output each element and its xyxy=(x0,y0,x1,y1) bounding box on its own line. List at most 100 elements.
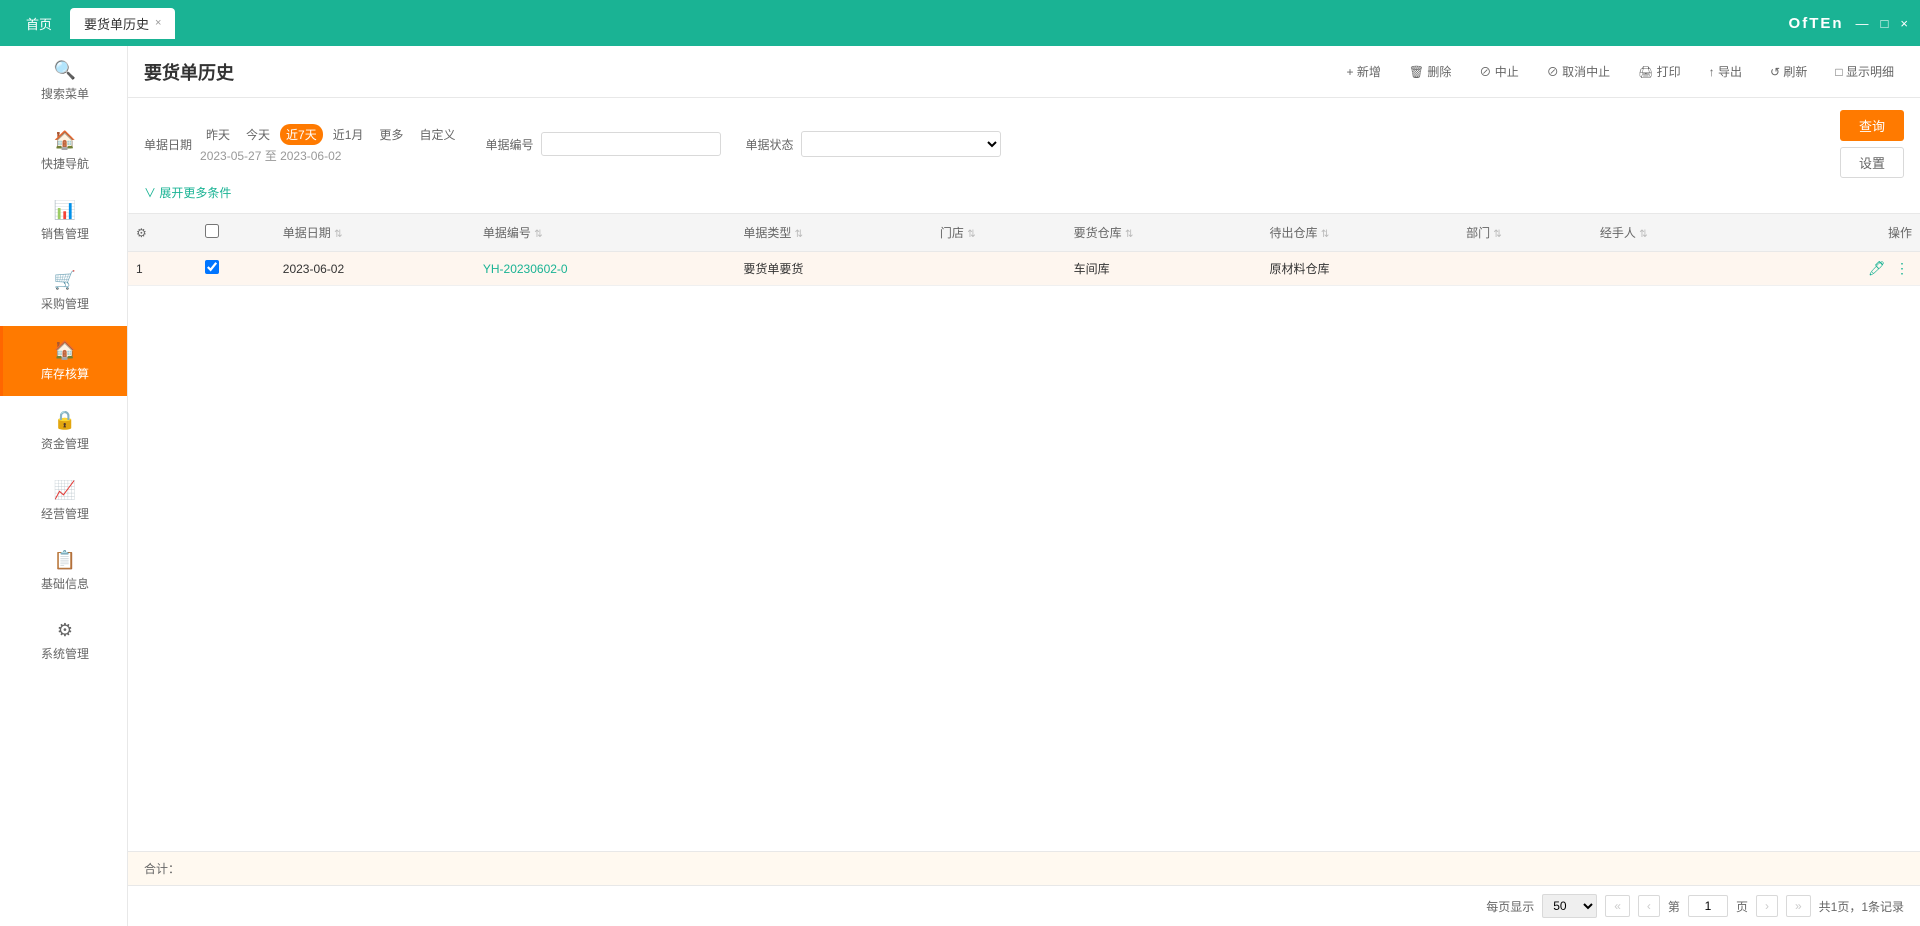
store-col-header[interactable]: 门店 ⇅ xyxy=(932,214,1066,252)
select-all-checkbox[interactable] xyxy=(205,224,219,238)
display-detail-button[interactable]: □ 显示明细 xyxy=(1825,58,1904,85)
status-filter-label: 单据状态 xyxy=(745,136,793,153)
finance-icon: 🔒 xyxy=(54,410,76,431)
close-window-button[interactable]: × xyxy=(1900,16,1908,31)
req-warehouse-sort-icon[interactable]: ⇅ xyxy=(1125,229,1133,240)
query-button[interactable]: 查询 xyxy=(1840,110,1904,141)
doc-type-label: 单据类型 xyxy=(743,226,791,240)
sidebar-item-quick-nav[interactable]: 🏠 快捷导航 xyxy=(0,116,127,186)
doc-no-sort-icon[interactable]: ⇅ xyxy=(534,229,542,240)
export-button[interactable]: ↑ 导出 xyxy=(1699,58,1752,85)
date-shortcut-yesterday[interactable]: 昨天 xyxy=(200,124,236,145)
row-store xyxy=(932,252,1066,286)
date-shortcut-today[interactable]: 今天 xyxy=(240,124,276,145)
tab-home[interactable]: 首页 xyxy=(12,8,66,39)
refresh-button[interactable]: ↺ 刷新 xyxy=(1760,58,1817,85)
brand-logo: OfTEn xyxy=(1789,15,1844,32)
doc-no-link[interactable]: YH-20230602-0 xyxy=(483,262,568,276)
req-warehouse-col-header[interactable]: 要货仓库 ⇅ xyxy=(1066,214,1262,252)
expand-button[interactable]: ∨ 展开更多条件 xyxy=(144,184,1904,201)
sidebar-item-purchase[interactable]: 🛒 采购管理 xyxy=(0,256,127,326)
docno-filter-group: 单据编号 xyxy=(485,132,721,156)
operations-icon: 📈 xyxy=(54,480,76,501)
pagination: 每页显示 50 20 100 200 « ‹ 第 页 › » 共1页，1条记录 xyxy=(128,885,1920,926)
sidebar-item-finance[interactable]: 🔒 资金管理 xyxy=(0,396,127,466)
table-row: 1 2023-06-02 YH-20230602-0 要货单要货 车间库 原材料… xyxy=(128,252,1920,286)
store-label: 门店 xyxy=(940,226,964,240)
docno-input[interactable] xyxy=(541,132,721,156)
date-shortcut-7days[interactable]: 近7天 xyxy=(280,124,323,145)
dept-label: 部门 xyxy=(1466,226,1490,240)
row-view-icon[interactable]: 🖊 xyxy=(1868,260,1886,276)
delete-button[interactable]: 🗑 删除 xyxy=(1399,58,1462,85)
date-shortcut-1month[interactable]: 近1月 xyxy=(327,124,370,145)
sidebar: 🔍 搜索菜单 🏠 快捷导航 📊 销售管理 🛒 采购管理 🏠 库存核算 🔒 xyxy=(0,46,128,926)
page-size-label: 每页显示 xyxy=(1486,898,1534,915)
active-tab-label: 要货单历史 xyxy=(84,14,149,33)
main-area: 🔍 搜索菜单 🏠 快捷导航 📊 销售管理 🛒 采购管理 🏠 库存核算 🔒 xyxy=(0,46,1920,926)
stop-button[interactable]: ⊘ 中止 xyxy=(1469,58,1528,85)
last-page-button[interactable]: » xyxy=(1786,895,1811,917)
doc-date-col-header[interactable]: 单据日期 ⇅ xyxy=(275,214,475,252)
sidebar-item-purchase-label: 采购管理 xyxy=(41,295,89,312)
row-checkbox[interactable] xyxy=(205,260,219,274)
top-bar: 首页 要货单历史 × OfTEn — □ × xyxy=(0,0,1920,46)
purchase-icon: 🛒 xyxy=(54,270,76,291)
row-more-icon[interactable]: ⋮ xyxy=(1895,260,1909,276)
pend-warehouse-col-header[interactable]: 待出仓库 ⇅ xyxy=(1262,214,1459,252)
filter-row: 单据日期 昨天 今天 近7天 近1月 更多 自定义 2023-05-27 至 2… xyxy=(144,110,1904,178)
row-pend-warehouse: 原材料仓库 xyxy=(1262,252,1459,286)
system-icon: ⚙ xyxy=(57,620,73,641)
toolbar: + 新增 🗑 删除 ⊘ 中止 ⊘ 取消中止 🖨 打印 ↑ 导出 ↺ 刷新 □ 显… xyxy=(1336,58,1904,85)
tab-active[interactable]: 要货单历史 × xyxy=(70,8,175,39)
action-label: 操作 xyxy=(1888,226,1912,240)
prev-page-button[interactable]: ‹ xyxy=(1638,895,1660,917)
settings-col-header[interactable]: ⚙ xyxy=(128,214,197,252)
pend-warehouse-sort-icon[interactable]: ⇅ xyxy=(1321,229,1329,240)
doc-type-col-header[interactable]: 单据类型 ⇅ xyxy=(735,214,932,252)
page-size-select[interactable]: 50 20 100 200 xyxy=(1542,894,1597,918)
print-button[interactable]: 🖨 打印 xyxy=(1628,58,1691,85)
store-sort-icon[interactable]: ⇅ xyxy=(967,229,975,240)
date-shortcuts: 昨天 今天 近7天 近1月 更多 自定义 xyxy=(200,124,461,145)
handler-sort-icon[interactable]: ⇅ xyxy=(1639,229,1647,240)
date-range-display: 2023-05-27 至 2023-06-02 xyxy=(200,147,461,164)
sidebar-item-sales-label: 销售管理 xyxy=(41,225,89,242)
sidebar-item-inventory-label: 库存核算 xyxy=(41,365,89,382)
sidebar-item-system[interactable]: ⚙ 系统管理 xyxy=(0,606,127,676)
sidebar-item-basic-info-label: 基础信息 xyxy=(41,575,89,592)
table-settings-icon[interactable]: ⚙ xyxy=(136,226,147,240)
date-filter-label: 单据日期 xyxy=(144,136,192,153)
sidebar-item-operations[interactable]: 📈 经营管理 xyxy=(0,466,127,536)
sidebar-item-inventory[interactable]: 🏠 库存核算 xyxy=(0,326,127,396)
next-page-button[interactable]: › xyxy=(1756,895,1778,917)
sidebar-item-sales[interactable]: 📊 销售管理 xyxy=(0,186,127,256)
dept-sort-icon[interactable]: ⇅ xyxy=(1493,229,1501,240)
date-filter-wrapper: 昨天 今天 近7天 近1月 更多 自定义 2023-05-27 至 2023-0… xyxy=(200,124,461,164)
handler-label: 经手人 xyxy=(1600,226,1636,240)
settings-button[interactable]: 设置 xyxy=(1840,147,1904,178)
table-header: ⚙ 单据日期 ⇅ 单据编号 ⇅ xyxy=(128,214,1920,252)
page-number-input[interactable] xyxy=(1688,895,1728,917)
minimize-button[interactable]: — xyxy=(1856,16,1869,31)
sidebar-item-basic-info[interactable]: 📋 基础信息 xyxy=(0,536,127,606)
date-shortcut-custom[interactable]: 自定义 xyxy=(413,124,461,145)
doc-date-sort-icon[interactable]: ⇅ xyxy=(334,229,342,240)
cancel-stop-button[interactable]: ⊘ 取消中止 xyxy=(1537,58,1620,85)
quick-nav-icon: 🏠 xyxy=(54,130,76,151)
status-select[interactable] xyxy=(801,131,1001,157)
close-tab-icon[interactable]: × xyxy=(155,17,161,29)
new-button[interactable]: + 新增 xyxy=(1336,58,1390,85)
row-dept xyxy=(1458,252,1592,286)
dept-col-header[interactable]: 部门 ⇅ xyxy=(1458,214,1592,252)
sidebar-item-search-menu[interactable]: 🔍 搜索菜单 xyxy=(0,46,127,116)
sales-icon: 📊 xyxy=(54,200,76,221)
doc-no-col-header[interactable]: 单据编号 ⇅ xyxy=(475,214,735,252)
handler-col-header[interactable]: 经手人 ⇅ xyxy=(1592,214,1757,252)
restore-button[interactable]: □ xyxy=(1881,16,1889,31)
first-page-button[interactable]: « xyxy=(1605,895,1630,917)
date-shortcut-more[interactable]: 更多 xyxy=(373,124,409,145)
doc-type-sort-icon[interactable]: ⇅ xyxy=(795,229,803,240)
docno-filter-label: 单据编号 xyxy=(485,136,533,153)
row-index-cell: 1 xyxy=(128,252,197,286)
